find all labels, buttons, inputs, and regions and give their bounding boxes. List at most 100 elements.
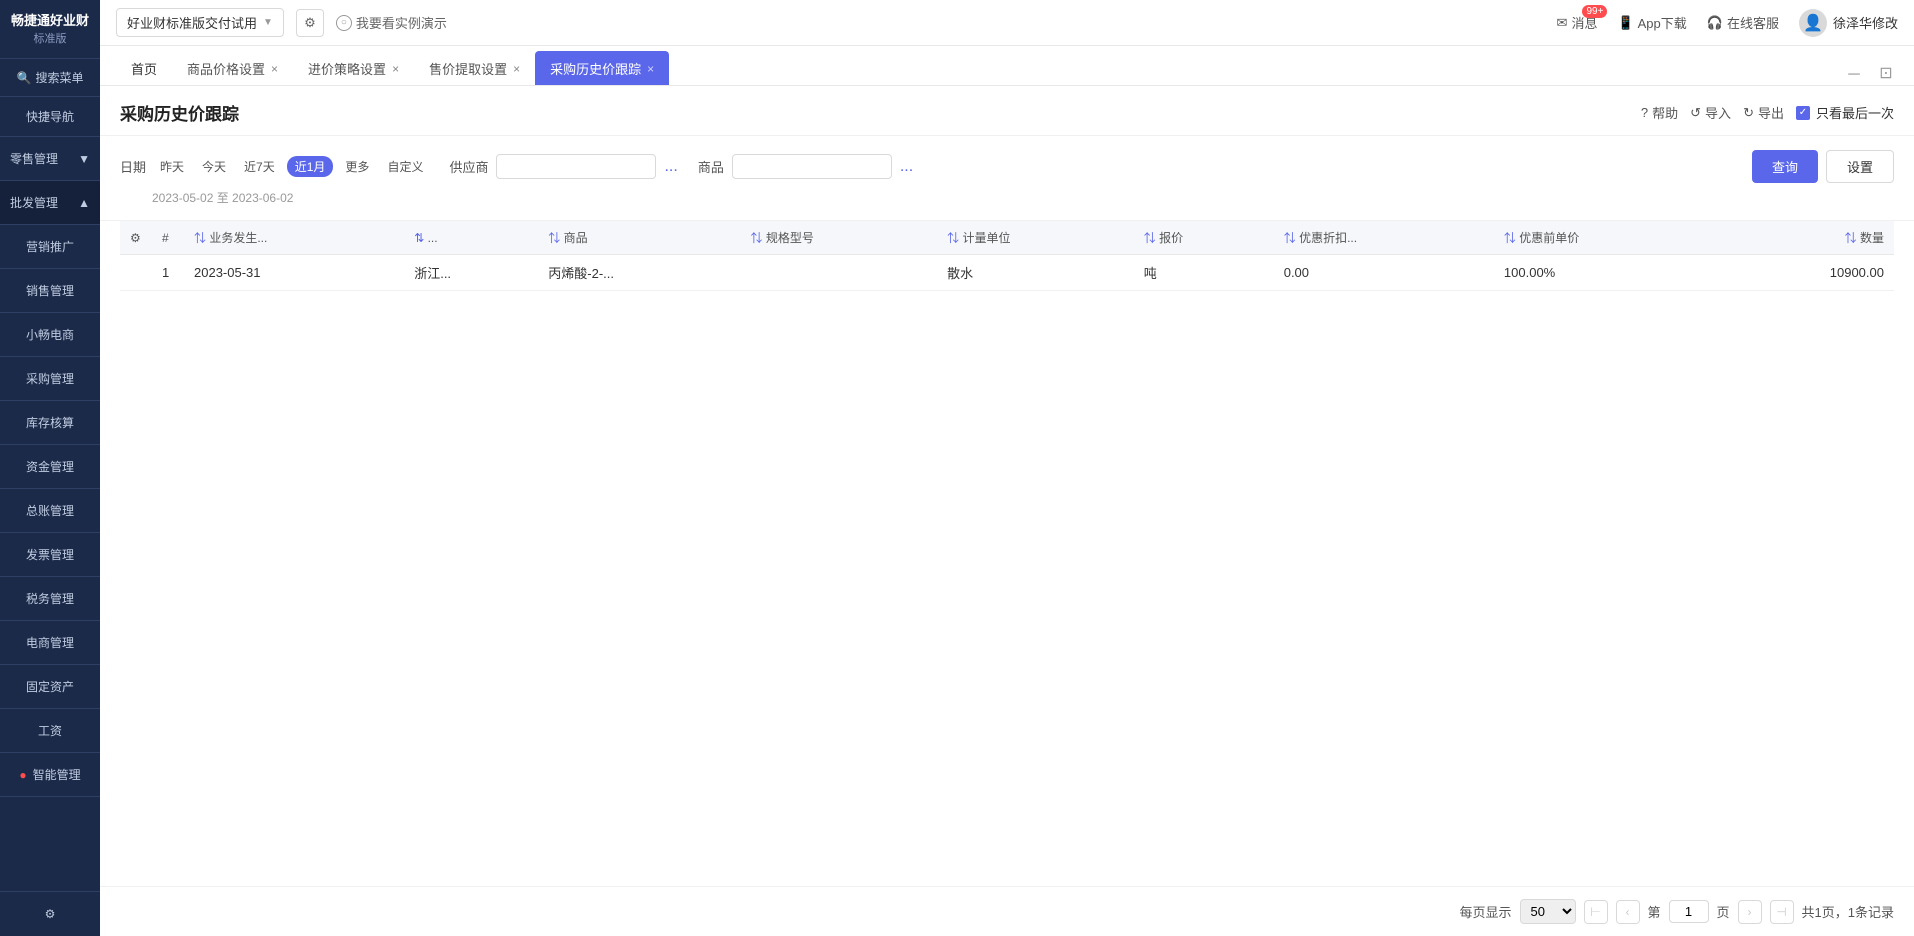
col-date[interactable]: ⇅ 业务发生... bbox=[184, 221, 404, 255]
content-area: 采购历史价跟踪 ? 帮助 ↺ 导入 ↻ 导出 bbox=[100, 86, 1914, 936]
gear-icon[interactable]: ⚙ bbox=[130, 231, 141, 245]
message-icon: ✉ bbox=[1557, 15, 1568, 31]
supplier-input[interactable] bbox=[496, 154, 656, 179]
messages-badge: 99+ bbox=[1582, 5, 1607, 18]
tab-history-price-close[interactable]: × bbox=[647, 62, 654, 76]
phone-icon: 📱 bbox=[1617, 15, 1633, 31]
messages-btn[interactable]: ✉ 消息 99+ bbox=[1557, 13, 1598, 32]
sidebar-item-payroll[interactable]: 工资 bbox=[0, 709, 100, 753]
only-last-checkbox[interactable]: ✓ 只看最后一次 bbox=[1796, 103, 1894, 122]
sort-up-icon: ⇅ bbox=[751, 231, 763, 245]
date-btn-last7[interactable]: 近7天 bbox=[238, 156, 281, 177]
tab-purchase-strategy[interactable]: 进价策略设置 × bbox=[293, 51, 414, 85]
goods-dots-btn[interactable]: ... bbox=[900, 158, 913, 176]
maximize-btn[interactable]: ⊡ bbox=[1874, 61, 1898, 85]
filter-goods-item: 商品 ... bbox=[698, 154, 913, 179]
online-service-label: 在线客服 bbox=[1727, 13, 1779, 32]
sort-up-icon: ⇅ bbox=[1144, 231, 1156, 245]
col-price[interactable]: ⇅ 报价 bbox=[1134, 221, 1274, 255]
row-quoted-price: 0.00 bbox=[1274, 255, 1494, 291]
version-label: 好业财标准版交付试用 bbox=[127, 13, 257, 32]
sidebar-item-smart[interactable]: ● 智能管理 bbox=[0, 753, 100, 797]
tab-panel-controls: － ⊡ bbox=[1842, 61, 1898, 85]
col-seq: # bbox=[152, 221, 184, 255]
sidebar-item-quicknav[interactable]: 快捷导航 bbox=[0, 97, 100, 137]
filter-supplier-item: 供应商 ... bbox=[449, 154, 677, 179]
tabbar: 首页 商品价格设置 × 进价策略设置 × 售价提取设置 × 采购历史价跟踪 × … bbox=[100, 46, 1914, 86]
tab-sale-strategy-close[interactable]: × bbox=[513, 62, 520, 76]
sort-up-icon: ⇅ bbox=[548, 231, 560, 245]
topbar-settings-btn[interactable]: ⚙ bbox=[296, 9, 324, 37]
topbar: 好业财标准版交付试用 ▼ ⚙ ○ 我要看实例演示 ✉ 消息 99+ 📱 App下… bbox=[100, 0, 1914, 46]
col-unit[interactable]: ⇅ 计量单位 bbox=[937, 221, 1134, 255]
sidebar-item-ecommerce[interactable]: 电商管理 bbox=[0, 621, 100, 665]
date-btn-last1month[interactable]: 近1月 bbox=[287, 156, 334, 177]
col-spec[interactable]: ⇅ 规格型号 bbox=[741, 221, 938, 255]
tab-home[interactable]: 首页 bbox=[116, 51, 172, 85]
sort-up-icon: ⇅ bbox=[414, 231, 424, 245]
tab-history-price[interactable]: 采购历史价跟踪 × bbox=[535, 51, 669, 85]
table-container: ⚙ # ⇅ 业务发生... ⇅ ... bbox=[100, 221, 1914, 886]
query-button[interactable]: 查询 bbox=[1752, 150, 1818, 183]
tab-sale-strategy[interactable]: 售价提取设置 × bbox=[414, 51, 535, 85]
import-icon: ↺ bbox=[1690, 105, 1701, 121]
dot-icon: ● bbox=[19, 768, 26, 782]
sidebar-search[interactable]: 🔍 搜索菜单 bbox=[0, 59, 100, 97]
minimize-btn[interactable]: － bbox=[1842, 61, 1866, 85]
sidebar-item-label: 电商管理 bbox=[26, 634, 74, 651]
date-range-display: 2023-05-02 至 2023-06-02 bbox=[152, 191, 293, 205]
prev-page-btn[interactable]: ‹ bbox=[1616, 900, 1640, 924]
demo-link[interactable]: ○ 我要看实例演示 bbox=[336, 13, 447, 32]
sidebar-item-ledger[interactable]: 总账管理 bbox=[0, 489, 100, 533]
tab-purchase-strategy-close[interactable]: × bbox=[392, 62, 399, 76]
sidebar-item-retail[interactable]: 零售管理 ▼ bbox=[0, 137, 100, 181]
sidebar-item-ecommerce-small[interactable]: 小畅电商 bbox=[0, 313, 100, 357]
import-btn[interactable]: ↺ 导入 bbox=[1690, 103, 1731, 122]
per-page-select[interactable]: 50 10 20 100 bbox=[1520, 899, 1576, 924]
sidebar-item-label: 税务管理 bbox=[26, 590, 74, 607]
page-input[interactable] bbox=[1669, 900, 1709, 923]
app-download-btn[interactable]: 📱 App下载 bbox=[1617, 13, 1686, 32]
goods-label: 商品 bbox=[698, 157, 724, 176]
next-page-btn[interactable]: › bbox=[1738, 900, 1762, 924]
col-goods[interactable]: ⇅ 商品 bbox=[538, 221, 740, 255]
version-selector[interactable]: 好业财标准版交付试用 ▼ bbox=[116, 8, 284, 37]
row-settings-cell[interactable] bbox=[120, 255, 152, 291]
date-label: 日期 bbox=[120, 157, 146, 176]
date-btn-custom[interactable]: 自定义 bbox=[381, 156, 429, 177]
export-btn[interactable]: ↻ 导出 bbox=[1743, 103, 1784, 122]
tab-price[interactable]: 商品价格设置 × bbox=[172, 51, 293, 85]
logo-subtitle: 标准版 bbox=[8, 30, 92, 46]
sidebar-item-sales[interactable]: 销售管理 bbox=[0, 269, 100, 313]
sidebar-item-tax[interactable]: 税务管理 bbox=[0, 577, 100, 621]
settings-button[interactable]: 设置 bbox=[1826, 150, 1894, 183]
help-btn[interactable]: ? 帮助 bbox=[1641, 103, 1678, 122]
col-extra[interactable]: ⇅ ... bbox=[404, 221, 538, 255]
date-btn-yesterday[interactable]: 昨天 bbox=[154, 156, 190, 177]
last-page-btn[interactable]: ⊣ bbox=[1770, 900, 1794, 924]
sidebar-item-wholesale[interactable]: 批发管理 ▲ bbox=[0, 181, 100, 225]
col-pre-discount-price[interactable]: ⇅ 优惠前单价 bbox=[1494, 221, 1719, 255]
col-quantity[interactable]: ⇅ 数量 bbox=[1719, 221, 1894, 255]
row-extra: 浙江... bbox=[404, 255, 538, 291]
supplier-dots-btn[interactable]: ... bbox=[664, 158, 677, 176]
date-btn-more[interactable]: 更多 bbox=[339, 156, 375, 177]
col-discount[interactable]: ⇅ 优惠折扣... bbox=[1274, 221, 1494, 255]
user-menu[interactable]: 👤 徐泽华修改 bbox=[1799, 9, 1898, 37]
sidebar-bottom: ⚙ bbox=[0, 891, 100, 936]
sort-up-icon: ⇅ bbox=[947, 231, 959, 245]
date-btn-today[interactable]: 今天 bbox=[196, 156, 232, 177]
sidebar-settings-btn[interactable]: ⚙ bbox=[0, 892, 100, 936]
goods-input[interactable] bbox=[732, 154, 892, 179]
pagination: 每页显示 50 10 20 100 ⊢ ‹ 第 页 › ⊣ 共1页，1条记录 bbox=[100, 886, 1914, 936]
online-service-btn[interactable]: 🎧 在线客服 bbox=[1707, 13, 1779, 32]
tab-price-close[interactable]: × bbox=[271, 62, 278, 76]
sidebar-item-assets[interactable]: 固定资产 bbox=[0, 665, 100, 709]
sidebar-item-invoice[interactable]: 发票管理 bbox=[0, 533, 100, 577]
headset-icon: 🎧 bbox=[1707, 15, 1723, 31]
sidebar-item-finance[interactable]: 资金管理 bbox=[0, 445, 100, 489]
sidebar-item-purchase[interactable]: 采购管理 bbox=[0, 357, 100, 401]
first-page-btn[interactable]: ⊢ bbox=[1584, 900, 1608, 924]
sidebar-item-marketing[interactable]: 营销推广 bbox=[0, 225, 100, 269]
sidebar-item-inventory[interactable]: 库存核算 bbox=[0, 401, 100, 445]
